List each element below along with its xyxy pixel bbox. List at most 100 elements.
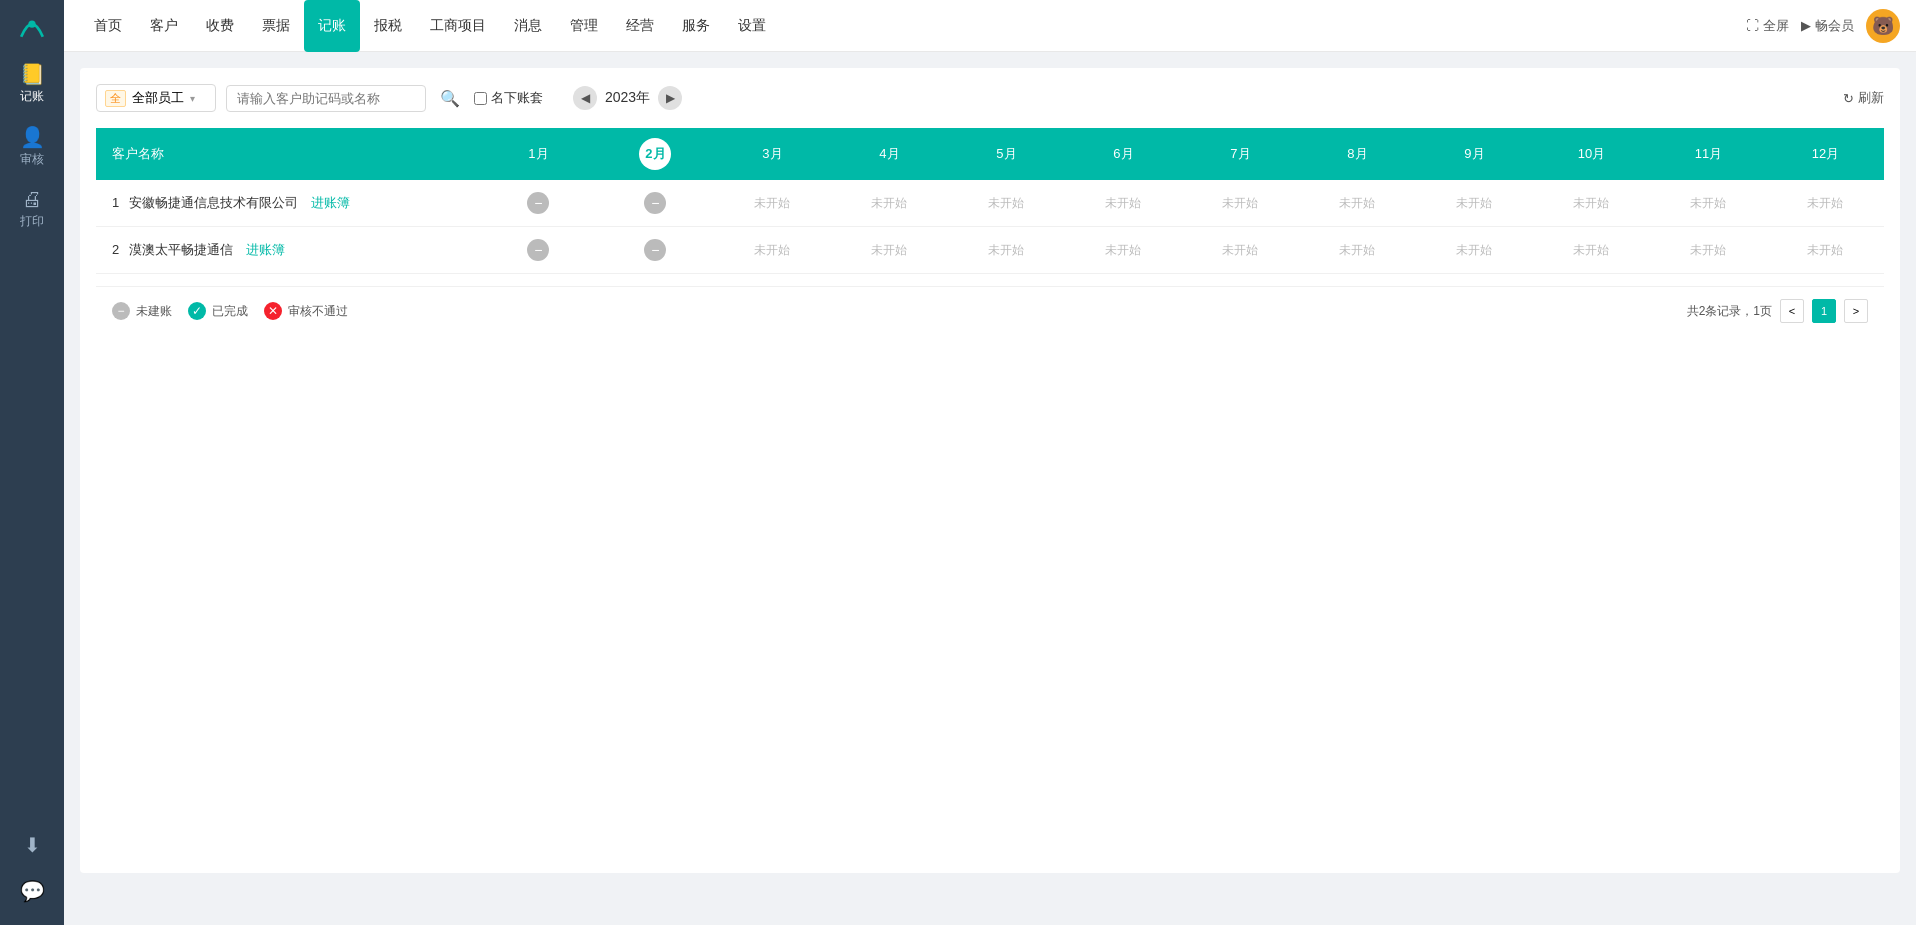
sidebar-item-print-label: 打印 [20,213,44,230]
print-icon: 🖨 [22,188,42,211]
status-not-started: 未开始 [1105,196,1141,210]
status-done-icon: − [644,192,666,214]
nav-service[interactable]: 服务 [668,0,724,52]
col-sep: 9月 [1416,128,1533,180]
table-wrapper: 客户名称 1月 2月 3月 4月 5月 6月 7月 8月 9月 10月 11月 [96,128,1884,274]
content: 全 全部员工 ▾ 🔍 名下账套 ◀ 2023年 ▶ ↻ 刷新 [64,52,1916,925]
legend-done-label: 已完成 [212,303,248,320]
sidebar: 📒 记账 👤 审核 🖨 打印 ⬇ 💬 [0,0,64,925]
rejected-icon: ✕ [264,302,282,320]
nav-home[interactable]: 首页 [80,0,136,52]
col-jun: 6月 [1065,128,1182,180]
next-page-btn[interactable]: > [1844,299,1868,323]
sidebar-item-download[interactable]: ⬇ [0,823,64,869]
sidebar-item-bookkeeping[interactable]: 📒 记账 [0,52,64,115]
nav-settings[interactable]: 设置 [724,0,780,52]
download-icon: ⬇ [24,833,41,857]
status-not-started: 未开始 [1222,243,1258,257]
audit-icon: 👤 [20,125,45,149]
sidebar-item-audit[interactable]: 👤 审核 [0,115,64,178]
main: 首页 客户 收费 票据 记账 报税 工商项目 消息 管理 经营 服务 设置 ⛶ … [64,0,1916,925]
prev-page-btn[interactable]: < [1780,299,1804,323]
customer-name: 漠澳太平畅捷通信 [129,242,233,257]
nav-manage[interactable]: 管理 [556,0,612,52]
nav-tax[interactable]: 报税 [360,0,416,52]
col-customer: 客户名称 [96,128,480,180]
col-jan: 1月 [480,128,597,180]
status-not-started: 未开始 [1690,196,1726,210]
month-cell-1-8: 未开始 [1416,227,1533,274]
nav-invoice[interactable]: 票据 [248,0,304,52]
account-checkbox[interactable] [474,92,487,105]
help-icon: 💬 [20,879,45,903]
month-cell-1-10: 未开始 [1650,227,1767,274]
nav-biz[interactable]: 工商项目 [416,0,500,52]
status-not-started: 未开始 [1222,196,1258,210]
status-not-started: 未开始 [1339,243,1375,257]
month-cell-1-6: 未开始 [1182,227,1299,274]
status-not-started: 未开始 [754,243,790,257]
col-dec: 12月 [1767,128,1884,180]
employee-select[interactable]: 全 全部员工 ▾ [96,84,216,112]
status-not-started: 未开始 [1690,243,1726,257]
year-display: 2023年 [605,89,650,107]
nav-collection[interactable]: 收费 [192,0,248,52]
month-cell-1-2: 未开始 [714,227,831,274]
month-cell-1-3: 未开始 [831,227,948,274]
next-year-btn[interactable]: ▶ [658,86,682,110]
nav-client[interactable]: 客户 [136,0,192,52]
checkbox-text: 名下账套 [491,89,543,107]
prev-year-btn[interactable]: ◀ [573,86,597,110]
month-cell-0-5: 未开始 [1065,180,1182,227]
nav-operation[interactable]: 经营 [612,0,668,52]
page-1-btn[interactable]: 1 [1812,299,1836,323]
enter-ledger-link[interactable]: 进账簿 [246,242,285,257]
legend-not-built: − 未建账 [112,302,172,320]
sidebar-item-print[interactable]: 🖨 打印 [0,178,64,240]
month-cell-0-7: 未开始 [1299,180,1416,227]
done-icon: ✓ [188,302,206,320]
refresh-button[interactable]: ↻ 刷新 [1843,89,1884,107]
bookkeeping-icon: 📒 [20,62,45,86]
month-cell-1-9: 未开始 [1533,227,1650,274]
status-not-started: 未开始 [871,196,907,210]
sidebar-item-bookkeeping-label: 记账 [20,88,44,105]
sidebar-item-help[interactable]: 💬 [0,869,64,915]
chevron-down-icon: ▾ [190,93,195,104]
legend-not-built-label: 未建账 [136,303,172,320]
status-not-started: 未开始 [1105,243,1141,257]
col-aug: 8月 [1299,128,1416,180]
enter-ledger-link[interactable]: 进账簿 [311,195,350,210]
month-cell-0-11: 未开始 [1767,180,1884,227]
status-done-icon: − [527,192,549,214]
topnav-right: ⛶ 全屏 ▶ 畅会员 🐻 [1746,9,1900,43]
status-not-started: 未开始 [1456,196,1492,210]
nav-bookkeeping[interactable]: 记账 [304,0,360,52]
topnav: 首页 客户 收费 票据 记账 报税 工商项目 消息 管理 经营 服务 设置 ⛶ … [64,0,1916,52]
sidebar-bottom: ⬇ 💬 [0,823,64,925]
total-records: 共2条记录，1页 [1687,303,1772,320]
month-cell-1-0: − [480,227,597,274]
month-cell-0-9: 未开始 [1533,180,1650,227]
nav-message[interactable]: 消息 [500,0,556,52]
avatar[interactable]: 🐻 [1866,9,1900,43]
membership-btn[interactable]: ▶ 畅会员 [1801,17,1854,35]
account-checkbox-label[interactable]: 名下账套 [474,89,543,107]
employee-tag: 全 [105,90,126,107]
status-not-started: 未开始 [988,196,1024,210]
footer-pagination: 共2条记录，1页 < 1 > [1687,299,1868,323]
employee-label: 全部员工 [132,89,184,107]
fullscreen-btn[interactable]: ⛶ 全屏 [1746,17,1789,35]
year-nav: ◀ 2023年 ▶ [573,86,682,110]
legend-rejected: ✕ 审核不通过 [264,302,348,320]
table-body: 1 安徽畅捷通信息技术有限公司 进账簿−−未开始未开始未开始未开始未开始未开始未… [96,180,1884,274]
search-input[interactable] [226,85,426,112]
toolbar: 全 全部员工 ▾ 🔍 名下账套 ◀ 2023年 ▶ ↻ 刷新 [96,84,1884,112]
status-done-icon: − [644,239,666,261]
status-not-started: 未开始 [754,196,790,210]
col-feb: 2月 [597,128,714,180]
refresh-label: 刷新 [1858,89,1884,107]
play-icon: ▶ [1801,18,1811,33]
table-row: 1 安徽畅捷通信息技术有限公司 进账簿−−未开始未开始未开始未开始未开始未开始未… [96,180,1884,227]
search-button[interactable]: 🔍 [436,85,464,112]
